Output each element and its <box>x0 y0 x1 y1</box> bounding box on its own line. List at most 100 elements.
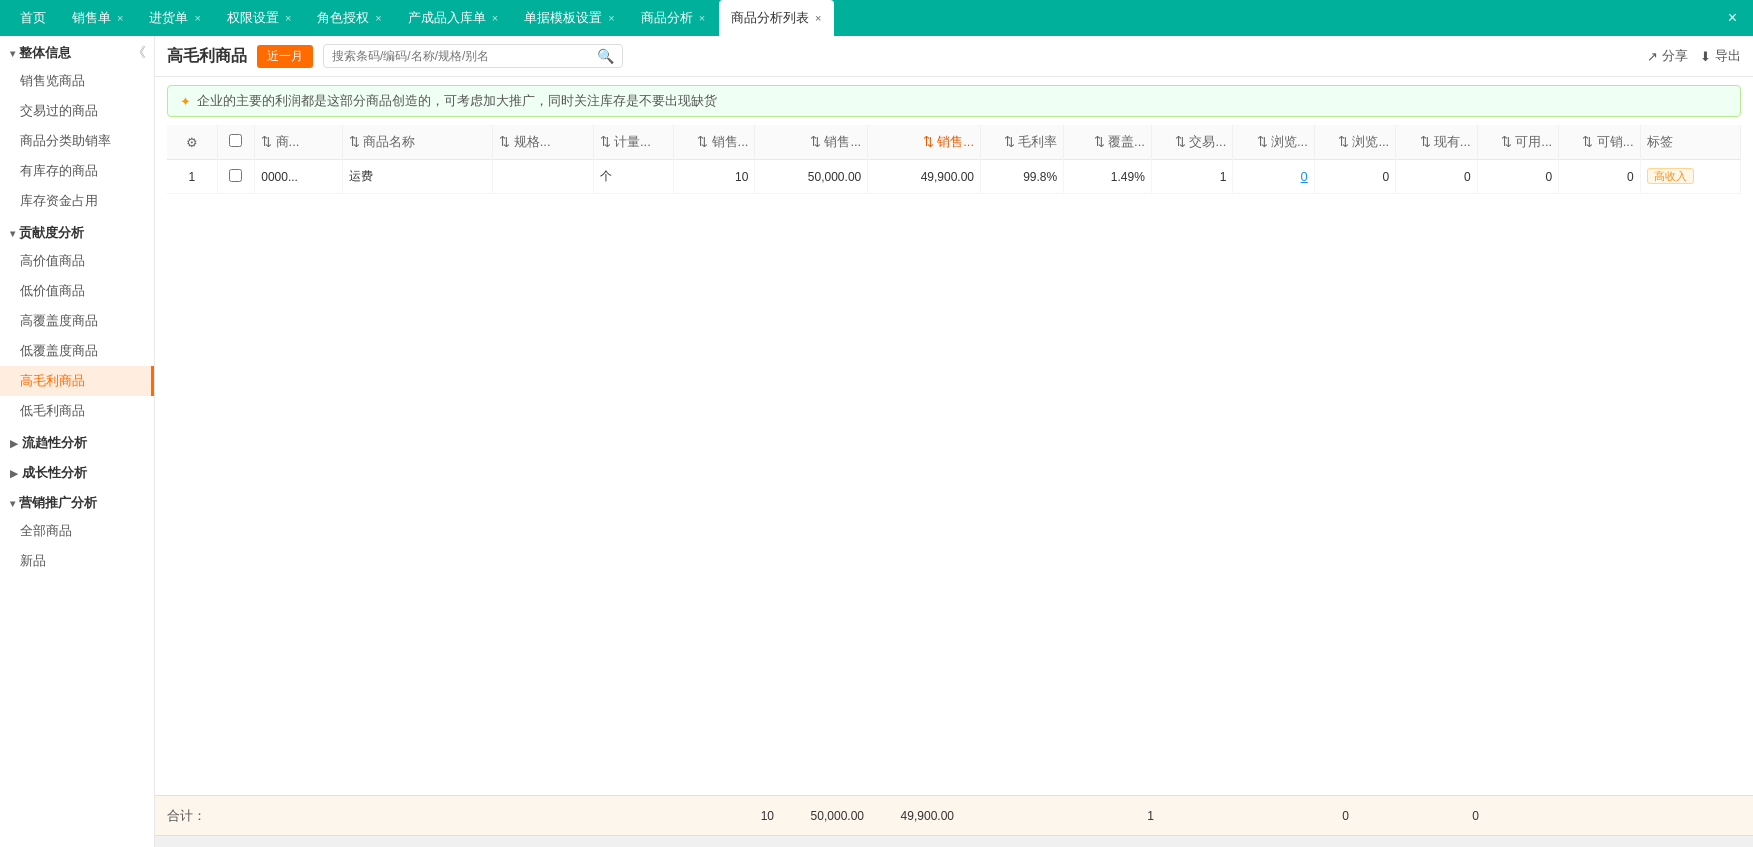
row-sales-amount: 50,000.00 <box>755 160 868 194</box>
chevron-down-icon: ▾ <box>10 228 15 239</box>
row-tag: 高收入 <box>1640 160 1740 194</box>
col-header-unit[interactable]: ⇅ 计量... <box>593 125 673 160</box>
sidebar-group-overall[interactable]: ▾ 整体信息 <box>0 36 154 66</box>
data-table: ⚙ ⇅ 商... ⇅ 商品名称 <box>167 125 1741 194</box>
sort-icon: ⇅ <box>1501 134 1512 149</box>
sort-icon: ⇅ <box>697 134 708 149</box>
sort-icon: ⇅ <box>1338 134 1349 149</box>
footer-sales-qty: 10 <box>715 809 780 823</box>
sidebar-item-low-margin[interactable]: 低毛利商品 <box>0 396 154 426</box>
sidebar-group-growth[interactable]: ▶ 成长性分析 <box>0 456 154 486</box>
col-header-code[interactable]: ⇅ 商... <box>255 125 343 160</box>
nav-sales[interactable]: 销售单 × <box>60 0 135 36</box>
row-unit: 个 <box>593 160 673 194</box>
col-header-checkbox[interactable] <box>217 125 255 160</box>
sidebar-item-high-coverage[interactable]: 高覆盖度商品 <box>0 306 154 336</box>
close-icon[interactable]: × <box>375 12 381 24</box>
sidebar-item-low-coverage[interactable]: 低覆盖度商品 <box>0 336 154 366</box>
col-header-sales-profit[interactable]: ⇅ 销售... <box>868 125 981 160</box>
close-icon[interactable]: × <box>492 12 498 24</box>
close-icon[interactable]: × <box>194 12 200 24</box>
nav-permission[interactable]: 权限设置 × <box>215 0 303 36</box>
col-header-current-stock[interactable]: ⇅ 现有... <box>1396 125 1477 160</box>
sort-icon: ⇅ <box>1257 134 1268 149</box>
table-header-row: ⚙ ⇅ 商... ⇅ 商品名称 <box>167 125 1741 160</box>
chevron-down-icon: ▾ <box>10 48 15 59</box>
close-icon[interactable]: × <box>117 12 123 24</box>
sidebar-item-low-value[interactable]: 低价值商品 <box>0 276 154 306</box>
col-header-available[interactable]: ⇅ 可用... <box>1477 125 1558 160</box>
col-header-sales-amount[interactable]: ⇅ 销售... <box>755 125 868 160</box>
search-box: 🔍 <box>323 44 623 68</box>
footer-trade-count: 1 <box>1095 809 1160 823</box>
row-available: 0 <box>1477 160 1558 194</box>
sidebar-item-in-stock[interactable]: 有库存的商品 <box>0 156 154 186</box>
col-header-coverage[interactable]: ⇅ 覆盖... <box>1064 125 1152 160</box>
sidebar-item-new-products[interactable]: 新品 <box>0 546 154 576</box>
row-num: 1 <box>167 160 217 194</box>
sidebar-group-trend[interactable]: ▶ 流趋性分析 <box>0 426 154 456</box>
row-browse1[interactable]: 0 <box>1233 160 1314 194</box>
export-button[interactable]: ⬇ 导出 <box>1700 47 1741 65</box>
col-header-browse2[interactable]: ⇅ 浏览... <box>1314 125 1395 160</box>
footer-label: 合计： <box>167 807 347 825</box>
content-area: 高毛利商品 近一月 🔍 ↗ 分享 ⬇ 导出 ✦ 企业的主要的利润都是这部分商品创… <box>155 36 1753 847</box>
sidebar-group-contribution[interactable]: ▾ 贡献度分析 <box>0 216 154 246</box>
sort-icon: ⇅ <box>1094 134 1105 149</box>
close-icon[interactable]: × <box>285 12 291 24</box>
nav-purchase[interactable]: 进货单 × <box>137 0 212 36</box>
search-icon[interactable]: 🔍 <box>597 48 614 64</box>
table-container[interactable]: ⚙ ⇅ 商... ⇅ 商品名称 <box>167 125 1741 795</box>
sidebar-item-high-margin[interactable]: 高毛利商品 <box>0 366 154 396</box>
sidebar-item-category-rate[interactable]: 商品分类助销率 <box>0 126 154 156</box>
page-title: 高毛利商品 <box>167 46 247 67</box>
row-checkbox[interactable] <box>217 160 255 194</box>
nav-product-analysis-list[interactable]: 商品分析列表 × <box>719 0 833 36</box>
col-header-name[interactable]: ⇅ 商品名称 <box>342 125 492 160</box>
nav-role[interactable]: 角色授权 × <box>305 0 393 36</box>
sidebar-item-all-products[interactable]: 全部商品 <box>0 516 154 546</box>
close-icon[interactable]: × <box>608 12 614 24</box>
sort-icon: ⇅ <box>1582 134 1593 149</box>
chevron-right-icon: ▶ <box>10 468 18 479</box>
sort-icon: ⇅ <box>261 134 272 149</box>
close-icon[interactable]: × <box>815 12 821 24</box>
nav-finished-goods[interactable]: 产成品入库单 × <box>396 0 510 36</box>
col-header-tag[interactable]: 标签 <box>1640 125 1740 160</box>
col-header-spec[interactable]: ⇅ 规格... <box>493 125 593 160</box>
nav-home[interactable]: 首页 <box>8 0 58 36</box>
col-header-browse1[interactable]: ⇅ 浏览... <box>1233 125 1314 160</box>
select-all-checkbox[interactable] <box>229 134 242 147</box>
nav-template[interactable]: 单据模板设置 × <box>512 0 626 36</box>
nav-product-analysis[interactable]: 商品分析 × <box>629 0 717 36</box>
search-input[interactable] <box>332 49 591 63</box>
sort-icon: ⇅ <box>1175 134 1186 149</box>
horizontal-scrollbar[interactable] <box>155 835 1753 847</box>
col-header-gross-margin[interactable]: ⇅ 毛利率 <box>981 125 1064 160</box>
browse1-link[interactable]: 0 <box>1301 169 1308 184</box>
time-filter-button[interactable]: 近一月 <box>257 45 313 68</box>
col-header-trade[interactable]: ⇅ 交易... <box>1151 125 1232 160</box>
col-header-sellable[interactable]: ⇅ 可销... <box>1559 125 1640 160</box>
share-button[interactable]: ↗ 分享 <box>1647 47 1688 65</box>
settings-icon[interactable]: ⚙ <box>186 135 198 150</box>
row-select-checkbox[interactable] <box>229 169 242 182</box>
row-name: 运费 <box>342 160 492 194</box>
sidebar-item-stock-capital[interactable]: 库存资金占用 <box>0 186 154 216</box>
sidebar-group-marketing[interactable]: ▾ 营销推广分析 <box>0 486 154 516</box>
close-icon[interactable]: × <box>699 12 705 24</box>
chevron-right-icon: ▶ <box>10 438 18 449</box>
sidebar-item-sales-overview[interactable]: 销售览商品 <box>0 66 154 96</box>
window-close-button[interactable]: × <box>1720 9 1745 27</box>
header-actions: ↗ 分享 ⬇ 导出 <box>1647 47 1741 65</box>
row-sellable: 0 <box>1559 160 1640 194</box>
col-header-sales-qty[interactable]: ⇅ 销售... <box>674 125 755 160</box>
sidebar-item-traded[interactable]: 交易过的商品 <box>0 96 154 126</box>
sidebar-collapse-button[interactable]: 《 <box>132 44 146 62</box>
sort-icon: ⇅ <box>810 134 821 149</box>
table-row[interactable]: 1 0000... 运费 个 10 50,000.00 49,900.00 99… <box>167 160 1741 194</box>
tag-badge: 高收入 <box>1647 168 1694 184</box>
col-header-settings[interactable]: ⚙ <box>167 125 217 160</box>
sidebar-item-high-value[interactable]: 高价值商品 <box>0 246 154 276</box>
footer-sales-amount: 50,000.00 <box>780 809 870 823</box>
